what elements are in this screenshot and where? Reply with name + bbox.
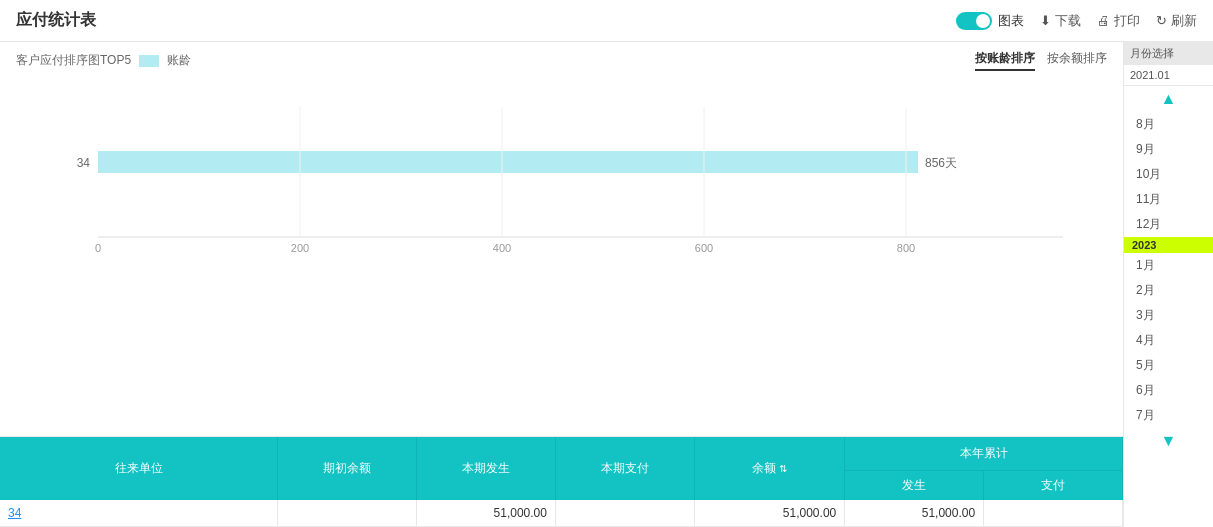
cell-current-occur: 51,000.00 bbox=[417, 500, 556, 527]
balance-sort-icon: ⇅ bbox=[779, 463, 787, 474]
bar-34 bbox=[98, 151, 918, 173]
cell-ytd-pay bbox=[984, 500, 1123, 527]
table-row: 34 51,000.00 51,000.00 51,000.00 bbox=[0, 500, 1123, 527]
refresh-icon: ↻ bbox=[1156, 13, 1167, 28]
svg-text:34: 34 bbox=[77, 156, 91, 170]
col-current-pay: 本期支付 bbox=[555, 437, 694, 500]
cell-ytd-occur: 51,000.00 bbox=[845, 500, 984, 527]
col-opening: 期初余额 bbox=[278, 437, 417, 500]
chart-toggle[interactable] bbox=[956, 12, 992, 30]
svg-text:200: 200 bbox=[291, 242, 309, 254]
cell-balance: 51,000.00 bbox=[694, 500, 844, 527]
svg-text:856天: 856天 bbox=[925, 156, 957, 170]
chart-toggle-wrap: 图表 bbox=[956, 12, 1024, 30]
print-icon: 🖨 bbox=[1097, 13, 1110, 28]
month-item[interactable]: 6月 bbox=[1124, 378, 1213, 403]
page-title: 应付统计表 bbox=[16, 10, 96, 31]
legend-box-label: 账龄 bbox=[167, 52, 191, 69]
data-table: 往来单位 期初余额 本期发生 本期支付 余额 ⇅ 本年累计 发生 bbox=[0, 437, 1123, 527]
col-balance: 余额 ⇅ bbox=[694, 437, 844, 500]
main-content: 客户应付排序图TOP5 账龄 按账龄排序 按余额排序 34 bbox=[0, 42, 1213, 527]
month-item[interactable]: 5月 bbox=[1124, 353, 1213, 378]
month-item[interactable]: 11月 bbox=[1124, 187, 1213, 212]
print-button[interactable]: 🖨 打印 bbox=[1097, 12, 1140, 30]
month-item[interactable]: 7月 bbox=[1124, 403, 1213, 428]
refresh-button[interactable]: ↻ 刷新 bbox=[1156, 12, 1197, 30]
year-marker[interactable]: 2023 bbox=[1124, 237, 1213, 253]
month-item[interactable]: 3月 bbox=[1124, 303, 1213, 328]
print-label: 打印 bbox=[1114, 12, 1140, 30]
download-icon: ⬇ bbox=[1040, 13, 1051, 28]
svg-text:800: 800 bbox=[897, 242, 915, 254]
month-item[interactable]: 9月 bbox=[1124, 137, 1213, 162]
col-unit: 往来单位 bbox=[0, 437, 278, 500]
header: 应付统计表 图表 ⬇ 下载 🖨 打印 ↻ 刷新 bbox=[0, 0, 1213, 42]
month-item[interactable]: 2月 bbox=[1124, 278, 1213, 303]
cell-unit[interactable]: 34 bbox=[0, 500, 278, 527]
svg-text:400: 400 bbox=[493, 242, 511, 254]
header-actions: 图表 ⬇ 下载 🖨 打印 ↻ 刷新 bbox=[956, 12, 1197, 30]
chart-area: 客户应付排序图TOP5 账龄 按账龄排序 按余额排序 34 bbox=[0, 42, 1123, 527]
sort-by-amount-button[interactable]: 按余额排序 bbox=[1047, 50, 1107, 71]
month-item[interactable]: 8月 bbox=[1124, 112, 1213, 137]
sidebar-header: 月份选择 bbox=[1124, 42, 1213, 65]
month-list: 8月9月10月11月12月20231月2月3月4月5月6月7月 bbox=[1124, 112, 1213, 428]
col-current-occur: 本期发生 bbox=[417, 437, 556, 500]
table-header-row: 往来单位 期初余额 本期发生 本期支付 余额 ⇅ 本年累计 bbox=[0, 437, 1123, 471]
page: 应付统计表 图表 ⬇ 下载 🖨 打印 ↻ 刷新 bbox=[0, 0, 1213, 527]
month-item[interactable]: 10月 bbox=[1124, 162, 1213, 187]
sidebar: 月份选择 2021.01 ▲ 8月9月10月11月12月20231月2月3月4月… bbox=[1123, 42, 1213, 527]
chart-toggle-label: 图表 bbox=[998, 12, 1024, 30]
legend-label: 客户应付排序图TOP5 bbox=[16, 52, 131, 69]
svg-text:600: 600 bbox=[695, 242, 713, 254]
month-item[interactable]: 4月 bbox=[1124, 328, 1213, 353]
chart-sort: 按账龄排序 按余额排序 bbox=[975, 50, 1107, 71]
col-ytd: 本年累计 bbox=[845, 437, 1123, 471]
table-wrap: 往来单位 期初余额 本期发生 本期支付 余额 ⇅ 本年累计 发生 bbox=[0, 436, 1123, 527]
download-label: 下载 bbox=[1055, 12, 1081, 30]
scroll-up-button[interactable]: ▲ bbox=[1124, 86, 1213, 112]
cell-opening bbox=[278, 500, 417, 527]
col-ytd-occur: 发生 bbox=[845, 471, 984, 501]
month-item[interactable]: 1月 bbox=[1124, 253, 1213, 278]
download-button[interactable]: ⬇ 下载 bbox=[1040, 12, 1081, 30]
svg-text:0: 0 bbox=[95, 242, 101, 254]
sort-by-balance-button[interactable]: 按账龄排序 bbox=[975, 50, 1035, 71]
chart-header: 客户应付排序图TOP5 账龄 按账龄排序 按余额排序 bbox=[0, 42, 1123, 79]
chart-canvas: 34 856天 0 200 400 600 800 1,000 bbox=[0, 79, 1123, 436]
month-item[interactable]: 12月 bbox=[1124, 212, 1213, 237]
refresh-label: 刷新 bbox=[1171, 12, 1197, 30]
col-ytd-pay: 支付 bbox=[984, 471, 1123, 501]
chart-svg: 34 856天 0 200 400 600 800 1,000 bbox=[60, 107, 1063, 267]
chart-legend: 客户应付排序图TOP5 账龄 bbox=[16, 52, 191, 69]
sidebar-header-label: 月份选择 bbox=[1130, 46, 1174, 61]
legend-box bbox=[139, 55, 159, 67]
scroll-down-button[interactable]: ▼ bbox=[1124, 428, 1213, 454]
cell-current-pay bbox=[555, 500, 694, 527]
sidebar-current-date: 2021.01 bbox=[1124, 65, 1213, 86]
